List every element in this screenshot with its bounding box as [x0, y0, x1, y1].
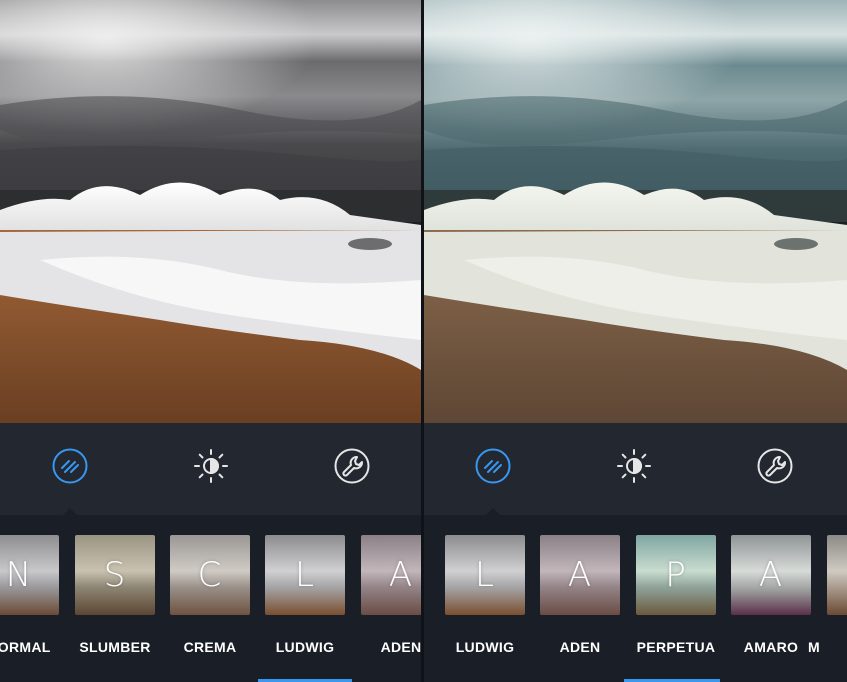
filter-thumb-aden[interactable]: A	[361, 535, 421, 615]
filter-letter: N	[5, 555, 33, 595]
filter-label-crema[interactable]: CREMA	[160, 639, 260, 655]
filter-label-slumber[interactable]: SLUMBER	[65, 639, 165, 655]
filter-thumb-ludwig[interactable]: L	[445, 535, 525, 615]
filter-label-normal[interactable]: NORMAL	[0, 639, 69, 655]
filter-label-ludwig[interactable]: LUDWIG	[435, 639, 535, 655]
brightness-icon[interactable]	[615, 447, 653, 485]
filter-letter: S	[103, 555, 127, 595]
photo-preview	[0, 0, 421, 423]
right-editor-panel: L A P A LUDWIG ADEN PERPETUA AMARO M	[424, 0, 847, 682]
filter-letter: C	[197, 555, 223, 595]
photo-preview	[424, 0, 847, 423]
filter-icon[interactable]	[51, 447, 89, 485]
filter-thumb-normal[interactable]: N	[0, 535, 59, 615]
filter-label-amaro[interactable]: AMARO	[721, 639, 821, 655]
filter-letter: A	[758, 555, 784, 595]
filter-thumb-aden[interactable]: A	[540, 535, 620, 615]
filter-strip: L A P A LUDWIG ADEN PERPETUA AMARO M	[424, 515, 847, 682]
filter-thumb-crema[interactable]: C	[170, 535, 250, 615]
wrench-icon[interactable]	[333, 447, 371, 485]
filter-label-ludwig[interactable]: LUDWIG	[255, 639, 355, 655]
filter-thumb-partial[interactable]	[827, 535, 847, 615]
filter-thumb-ludwig[interactable]: L	[265, 535, 345, 615]
filter-label-aden[interactable]: ADEN	[530, 639, 630, 655]
tool-bar	[424, 423, 847, 515]
tool-bar	[0, 423, 421, 515]
filter-thumb-amaro[interactable]: A	[731, 535, 811, 615]
filter-letter: L	[295, 555, 315, 595]
filter-letter: A	[567, 555, 593, 595]
filter-thumb-perpetua[interactable]: P	[636, 535, 716, 615]
filter-label-partial[interactable]: M	[808, 639, 847, 655]
filter-strip: N S C L A ORMAL SLUMBER CREMA LUDWIG ADE…	[0, 515, 421, 682]
filter-label-perpetua[interactable]: PERPETUA	[626, 639, 726, 655]
filter-letter: P	[665, 555, 687, 595]
wrench-icon[interactable]	[756, 447, 794, 485]
filter-label-aden[interactable]: ADEN	[351, 639, 421, 655]
left-editor-panel: N S C L A ORMAL SLUMBER CREMA LUDWIG ADE…	[0, 0, 421, 682]
filter-letter: A	[388, 555, 414, 595]
filter-thumb-slumber[interactable]: S	[75, 535, 155, 615]
filter-letter	[827, 535, 847, 615]
brightness-icon[interactable]	[192, 447, 230, 485]
filter-letter: L	[475, 555, 495, 595]
app-screen: N S C L A ORMAL SLUMBER CREMA LUDWIG ADE…	[0, 0, 847, 682]
filter-icon[interactable]	[474, 447, 512, 485]
